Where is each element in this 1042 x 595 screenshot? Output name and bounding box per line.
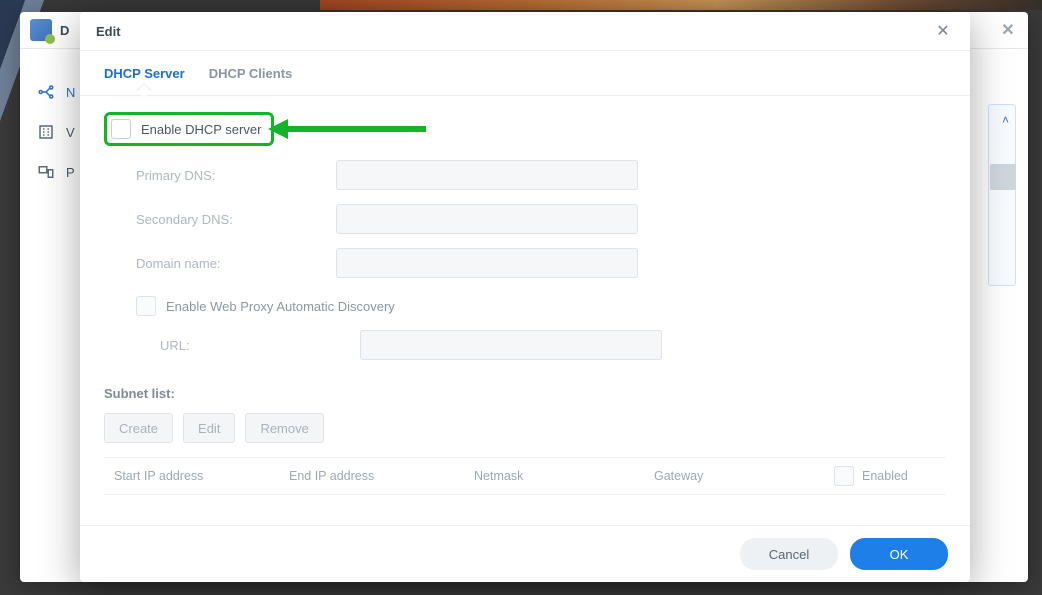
create-button[interactable]: Create <box>104 413 173 443</box>
input-wpad-url[interactable] <box>360 330 662 360</box>
row-wpad: Enable Web Proxy Automatic Discovery <box>104 296 946 316</box>
row-domain-name: Domain name: <box>104 248 946 278</box>
remove-button[interactable]: Remove <box>245 413 323 443</box>
col-gateway: Gateway <box>654 469 834 483</box>
wpad-checkbox[interactable] <box>136 296 156 316</box>
label-wpad-url: URL: <box>104 338 360 353</box>
dialog-header: Edit ✕ <box>80 12 970 51</box>
enable-dhcp-label: Enable DHCP server <box>141 122 261 137</box>
row-secondary-dns: Secondary DNS: <box>104 204 946 234</box>
row-primary-dns: Primary DNS: <box>104 160 946 190</box>
tab-dhcp-clients[interactable]: DHCP Clients <box>209 51 293 95</box>
sidebar-item-label: N <box>66 85 75 100</box>
edit-button[interactable]: Edit <box>183 413 235 443</box>
app-title: D <box>60 23 69 38</box>
label-domain-name: Domain name: <box>104 256 336 271</box>
devices-icon <box>36 162 56 182</box>
sidebar-item-label: V <box>66 125 75 140</box>
col-enabled-checkbox[interactable] <box>834 466 854 486</box>
wpad-label: Enable Web Proxy Automatic Discovery <box>166 299 395 314</box>
row-wpad-url: URL: <box>104 330 946 360</box>
collapsed-panel[interactable]: ˄ <box>988 104 1016 286</box>
label-primary-dns: Primary DNS: <box>104 168 336 183</box>
tab-dhcp-server[interactable]: DHCP Server <box>104 51 185 95</box>
col-enabled: Enabled <box>834 466 940 486</box>
col-netmask: Netmask <box>474 469 654 483</box>
window-close-icon[interactable]: ✕ <box>998 20 1018 40</box>
subnet-list-title: Subnet list: <box>104 386 946 401</box>
annotation-arrow-icon <box>268 114 428 144</box>
chevron-up-icon: ˄ <box>1002 113 1009 127</box>
enable-dhcp-highlight: Enable DHCP server <box>104 112 274 146</box>
dialog-footer: Cancel OK <box>80 525 970 582</box>
dialog-tabs: DHCP Server DHCP Clients <box>80 51 970 96</box>
enable-dhcp-checkbox[interactable] <box>111 119 131 139</box>
dialog-close-button[interactable]: ✕ <box>932 20 954 42</box>
label-secondary-dns: Secondary DNS: <box>104 212 336 227</box>
sidebar-item-label: P <box>66 165 75 180</box>
edit-dialog: Edit ✕ DHCP Server DHCP Clients Enable D… <box>80 12 970 582</box>
network-icon <box>36 82 56 102</box>
subnet-table-header: Start IP address End IP address Netmask … <box>104 457 946 495</box>
app-icon <box>30 19 52 41</box>
col-enabled-label: Enabled <box>862 469 908 483</box>
panel-fragment <box>990 164 1016 190</box>
subnet-button-row: Create Edit Remove <box>104 413 946 443</box>
ok-button[interactable]: OK <box>850 538 948 570</box>
col-end-ip: End IP address <box>289 469 474 483</box>
dialog-body: Enable DHCP server Primary DNS: Secondar… <box>80 96 970 525</box>
building-icon <box>36 122 56 142</box>
input-domain-name[interactable] <box>336 248 638 278</box>
cancel-button[interactable]: Cancel <box>740 538 838 570</box>
input-secondary-dns[interactable] <box>336 204 638 234</box>
dialog-title: Edit <box>96 24 121 39</box>
col-start-ip: Start IP address <box>110 469 289 483</box>
input-primary-dns[interactable] <box>336 160 638 190</box>
